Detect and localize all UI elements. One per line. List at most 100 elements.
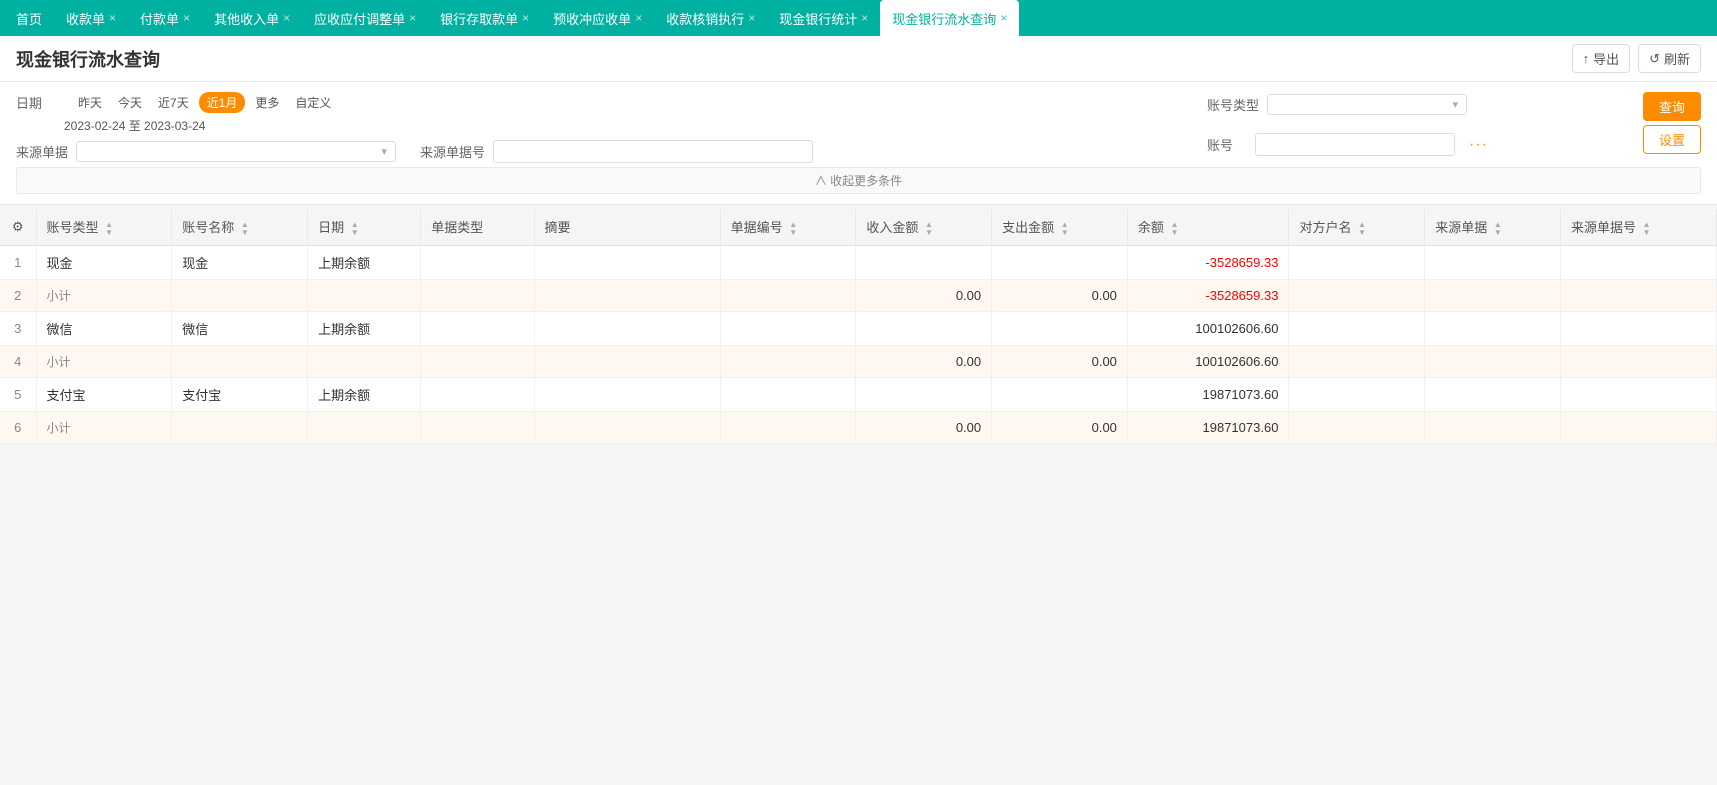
col-doc-type[interactable]: 单据类型	[421, 209, 534, 245]
col-expense-label: 支出金额	[1002, 220, 1054, 235]
cell-counterparty	[1289, 245, 1425, 279]
account-type-select[interactable]: ▾	[1267, 94, 1467, 115]
col-summary[interactable]: 摘要	[534, 209, 720, 245]
nav-bank-stats[interactable]: 现金银行统计 ×	[767, 0, 880, 36]
cell-doc-number	[720, 377, 856, 411]
nav-receipt-close[interactable]: ×	[109, 11, 116, 25]
cell-summary	[534, 411, 720, 443]
sort-source-doc-icon: ▲▼	[1494, 221, 1502, 237]
date-range-display: 2023-02-24 至 2023-03-24	[64, 119, 205, 133]
table-row[interactable]: 2小计0.000.00-3528659.33	[0, 279, 1717, 311]
nav-collection[interactable]: 收款核销执行 ×	[654, 0, 767, 36]
cell-account-name: 现金	[172, 245, 308, 279]
date-opt-7days[interactable]: 近7天	[152, 92, 195, 113]
cell-doc-type	[421, 345, 534, 377]
refresh-icon: ↺	[1649, 51, 1660, 67]
cell-index: 3	[0, 311, 36, 345]
cell-account-type: 小计	[36, 345, 172, 377]
collapse-bar[interactable]: ∧ 收起更多条件	[16, 167, 1701, 194]
settings-button[interactable]: 设置	[1643, 125, 1701, 154]
col-counterparty[interactable]: 对方户名 ▲▼	[1289, 209, 1425, 245]
col-expense[interactable]: 支出金额 ▲▼	[992, 209, 1128, 245]
col-account-name[interactable]: 账号名称 ▲▼	[172, 209, 308, 245]
cell-counterparty	[1289, 411, 1425, 443]
col-source-doc-num-label: 来源单据号	[1571, 220, 1636, 235]
nav-other-income-close[interactable]: ×	[283, 11, 290, 25]
nav-bank-deposit-close[interactable]: ×	[522, 11, 529, 25]
date-opt-yesterday[interactable]: 昨天	[72, 92, 108, 113]
cell-index: 1	[0, 245, 36, 279]
cell-date: 上期余额	[308, 377, 421, 411]
source-doc-num-input[interactable]	[493, 140, 813, 163]
nav-prepayment-close[interactable]: ×	[635, 11, 642, 25]
cell-account-name	[172, 345, 308, 377]
cell-expense: 0.00	[992, 411, 1128, 443]
nav-bank-flow-close[interactable]: ×	[1000, 11, 1007, 25]
cell-doc-number	[720, 311, 856, 345]
collapse-up-icon: ∧	[815, 174, 830, 188]
nav-receipt[interactable]: 收款单 ×	[54, 0, 128, 36]
cell-account-name: 支付宝	[172, 377, 308, 411]
nav-payment-close[interactable]: ×	[183, 11, 190, 25]
nav-adjustment-close[interactable]: ×	[409, 11, 416, 25]
cell-income: 0.00	[856, 279, 992, 311]
refresh-button[interactable]: ↺ 刷新	[1638, 44, 1701, 73]
date-opt-more[interactable]: 更多	[249, 92, 285, 113]
cell-doc-type	[421, 311, 534, 345]
nav-prepayment[interactable]: 预收冲应收单 ×	[541, 0, 654, 36]
col-date[interactable]: 日期 ▲▼	[308, 209, 421, 245]
table-row[interactable]: 1现金现金上期余额-3528659.33	[0, 245, 1717, 279]
sort-date-icon: ▲▼	[351, 221, 359, 237]
col-doc-number[interactable]: 单据编号 ▲▼	[720, 209, 856, 245]
col-account-type[interactable]: 账号类型 ▲▼	[36, 209, 172, 245]
cell-doc-type	[421, 411, 534, 443]
query-button[interactable]: 查询	[1643, 92, 1701, 121]
cell-doc-type	[421, 245, 534, 279]
cell-source-doc	[1425, 245, 1561, 279]
col-income[interactable]: 收入金额 ▲▼	[856, 209, 992, 245]
account-input[interactable]	[1255, 133, 1455, 156]
col-counterparty-label: 对方户名	[1299, 220, 1351, 235]
cell-balance: 19871073.60	[1127, 411, 1289, 443]
nav-collection-close[interactable]: ×	[748, 11, 755, 25]
export-button[interactable]: ↑ 导出	[1572, 44, 1631, 73]
date-opt-today[interactable]: 今天	[112, 92, 148, 113]
table-row[interactable]: 4小计0.000.00100102606.60	[0, 345, 1717, 377]
col-gear[interactable]: ⚙	[0, 209, 36, 245]
source-doc-filter-row: 来源单据 ▾ 来源单据号	[16, 140, 1191, 163]
col-source-doc-num[interactable]: 来源单据号 ▲▼	[1561, 209, 1717, 245]
col-balance[interactable]: 余额 ▲▼	[1127, 209, 1289, 245]
cell-balance: 100102606.60	[1127, 345, 1289, 377]
nav-home[interactable]: 首页	[4, 0, 54, 36]
table-row[interactable]: 5支付宝支付宝上期余额19871073.60	[0, 377, 1717, 411]
date-opt-custom[interactable]: 自定义	[289, 92, 337, 113]
cell-date: 上期余额	[308, 245, 421, 279]
date-label: 日期	[16, 93, 56, 112]
cell-balance: 100102606.60	[1127, 311, 1289, 345]
source-doc-label: 来源单据	[16, 142, 68, 161]
nav-payment[interactable]: 付款单 ×	[128, 0, 202, 36]
source-doc-num-label: 来源单据号	[420, 142, 485, 161]
cell-source-doc-num	[1561, 311, 1717, 345]
cell-account-name	[172, 411, 308, 443]
nav-other-income[interactable]: 其他收入单 ×	[202, 0, 302, 36]
col-source-doc[interactable]: 来源单据 ▲▼	[1425, 209, 1561, 245]
account-dots-button[interactable]: ···	[1463, 134, 1494, 156]
nav-bank-stats-close[interactable]: ×	[861, 11, 868, 25]
cell-date	[308, 279, 421, 311]
cell-source-doc-num	[1561, 377, 1717, 411]
cell-source-doc-num	[1561, 345, 1717, 377]
nav-bank-deposit[interactable]: 银行存取款单 ×	[428, 0, 541, 36]
date-filter-row: 日期 昨天 今天 近7天 近1月 更多 自定义	[16, 92, 1191, 113]
source-doc-select[interactable]: ▾	[76, 141, 396, 162]
sort-balance-icon: ▲▼	[1171, 221, 1179, 237]
sort-income-icon: ▲▼	[925, 221, 933, 237]
col-doc-number-label: 单据编号	[731, 220, 783, 235]
cell-balance: 19871073.60	[1127, 377, 1289, 411]
cell-doc-type	[421, 279, 534, 311]
nav-adjustment[interactable]: 应收应付调整单 ×	[302, 0, 428, 36]
date-opt-1month[interactable]: 近1月	[199, 92, 246, 113]
table-row[interactable]: 6小计0.000.0019871073.60	[0, 411, 1717, 443]
table-row[interactable]: 3微信微信上期余额100102606.60	[0, 311, 1717, 345]
nav-bank-flow[interactable]: 现金银行流水查询 ×	[880, 0, 1019, 36]
